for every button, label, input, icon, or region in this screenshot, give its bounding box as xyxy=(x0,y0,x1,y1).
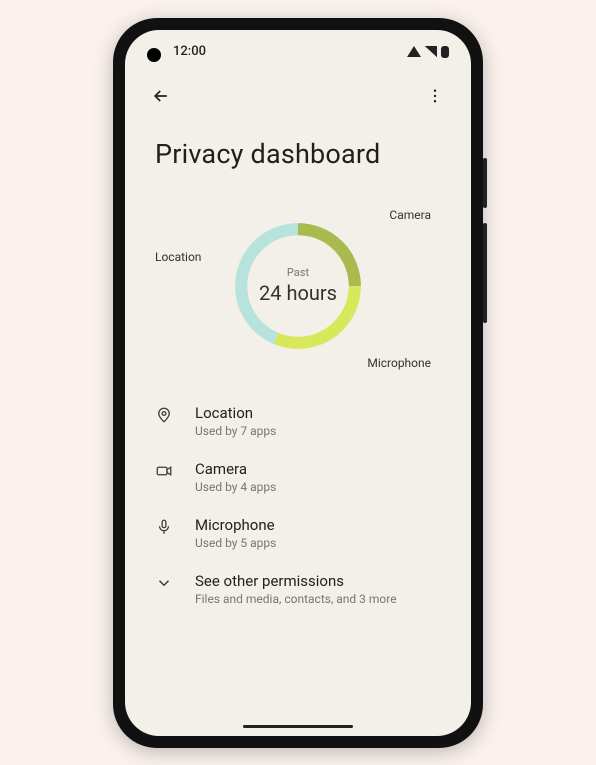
location-pin-icon xyxy=(155,406,175,428)
usage-donut-chart: Past 24 hours Camera Location Microphone xyxy=(125,186,471,386)
phone-frame: 12:00 Privacy dashboard xyxy=(113,18,483,748)
microphone-icon xyxy=(155,518,175,540)
status-bar: 12:00 xyxy=(125,30,471,74)
back-button[interactable] xyxy=(147,82,175,110)
phone-side-button xyxy=(483,223,487,323)
list-item-subtitle: Used by 5 apps xyxy=(195,536,276,550)
list-item-title: Microphone xyxy=(195,516,276,534)
app-bar xyxy=(125,74,471,118)
more-options-button[interactable] xyxy=(421,82,449,110)
donut-label-microphone: Microphone xyxy=(367,356,431,370)
battery-icon xyxy=(441,46,449,58)
permissions-list: Location Used by 7 apps Camera Used by 4… xyxy=(125,386,471,606)
phone-side-button xyxy=(483,158,487,208)
list-item-subtitle: Files and media, contacts, and 3 more xyxy=(195,592,397,606)
gesture-nav-bar[interactable] xyxy=(243,725,353,728)
donut-label-camera: Camera xyxy=(389,208,431,222)
wifi-icon xyxy=(407,46,421,57)
list-item-title: Location xyxy=(195,404,276,422)
status-time: 12:00 xyxy=(173,44,206,59)
donut-center-value: 24 xyxy=(259,281,281,305)
donut-center-label: Past 24 hours xyxy=(259,266,337,305)
signal-icon xyxy=(425,46,437,57)
camera-icon xyxy=(155,462,175,484)
page-title: Privacy dashboard xyxy=(125,118,471,182)
screen: 12:00 Privacy dashboard xyxy=(125,30,471,736)
donut-center-unit: hours xyxy=(286,281,337,305)
list-item-other-permissions[interactable]: See other permissions Files and media, c… xyxy=(155,572,441,606)
list-item-location[interactable]: Location Used by 7 apps xyxy=(155,404,441,438)
chevron-down-icon xyxy=(155,574,175,596)
list-item-title: Camera xyxy=(195,460,276,478)
donut-label-location: Location xyxy=(155,250,201,264)
list-item-microphone[interactable]: Microphone Used by 5 apps xyxy=(155,516,441,550)
front-camera-hole xyxy=(147,48,161,62)
list-item-subtitle: Used by 7 apps xyxy=(195,424,276,438)
donut-center-top: Past xyxy=(259,266,337,279)
list-item-title: See other permissions xyxy=(195,572,397,590)
status-icons xyxy=(407,46,449,58)
donut-center-main: 24 hours xyxy=(259,281,337,305)
list-item-subtitle: Used by 4 apps xyxy=(195,480,276,494)
list-item-camera[interactable]: Camera Used by 4 apps xyxy=(155,460,441,494)
